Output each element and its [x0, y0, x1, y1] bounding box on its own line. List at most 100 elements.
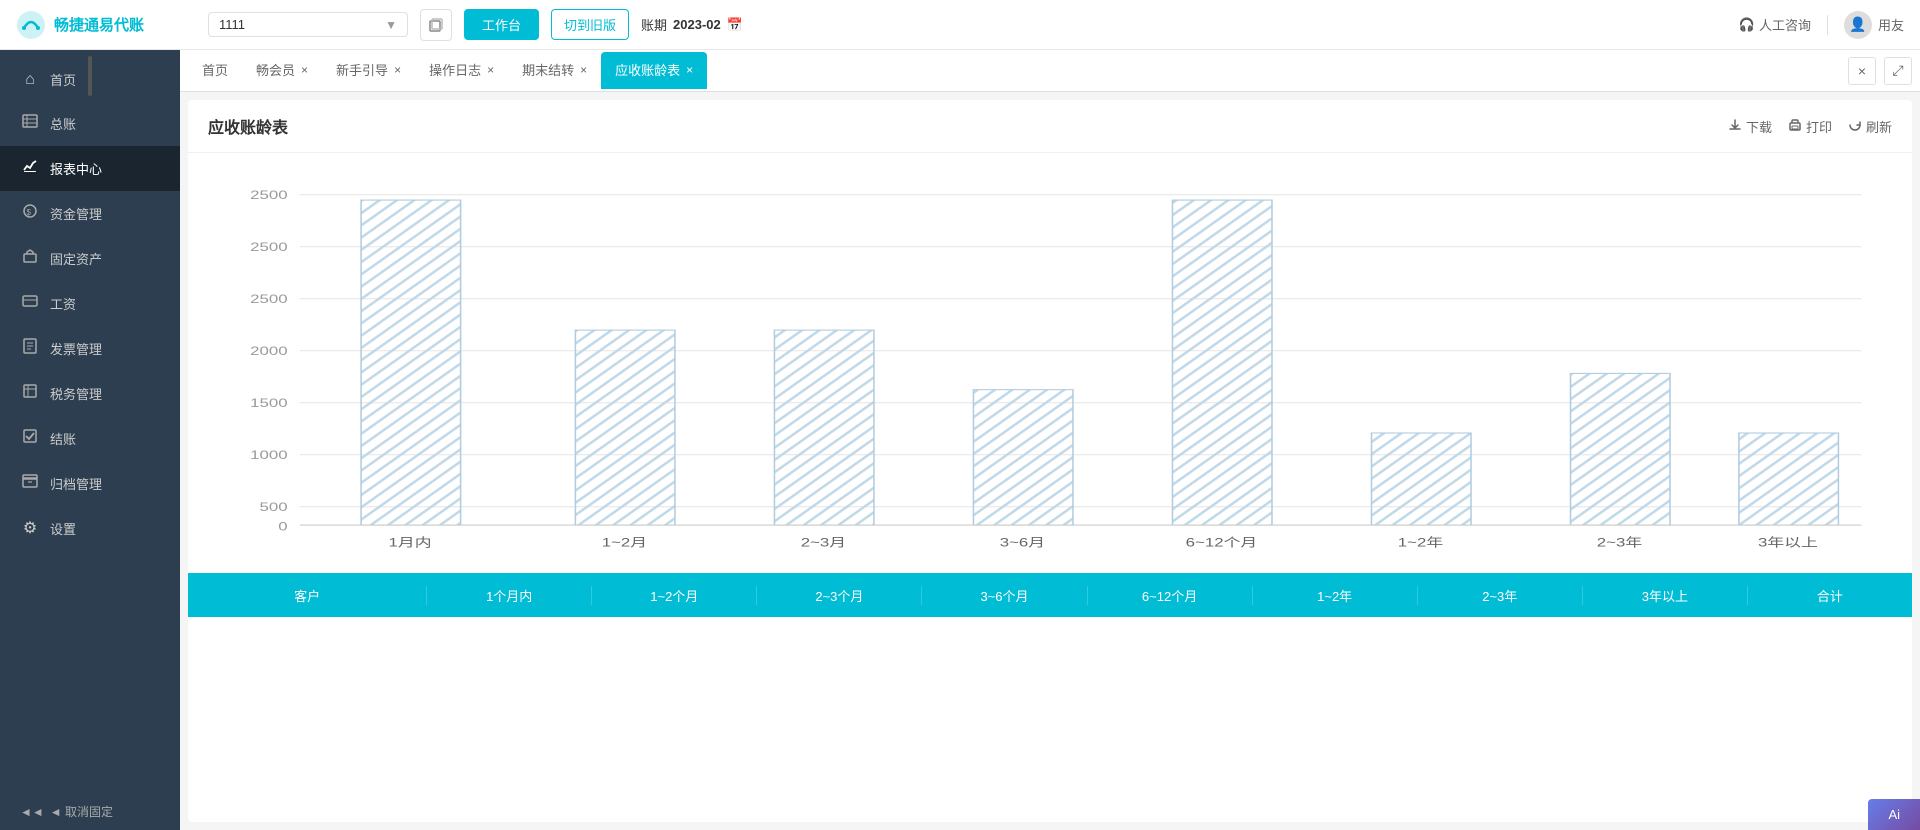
- th-1-2month: 1~2个月: [592, 586, 757, 605]
- sidebar-item-funds[interactable]: $ 资金管理: [0, 191, 180, 236]
- tax-icon: [20, 383, 40, 404]
- sidebar-item-invoice[interactable]: 发票管理: [0, 326, 180, 371]
- svg-text:1000: 1000: [250, 449, 287, 462]
- tabs-bar: 首页 畅会员 × 新手引导 × 操作日志 × 期末结转 × 应收账龄表 ×: [180, 50, 1920, 92]
- tab-araging-close[interactable]: ×: [686, 63, 693, 77]
- svg-text:1500: 1500: [250, 397, 287, 410]
- svg-text:6~12个月: 6~12个月: [1186, 536, 1258, 550]
- sidebar-item-closing-label: 结账: [50, 429, 76, 448]
- workbench-button[interactable]: 工作台: [464, 9, 539, 40]
- funds-icon: $: [20, 203, 40, 224]
- logo-area: 畅捷通易代账: [16, 10, 196, 40]
- sidebar-item-tax-label: 税务管理: [50, 384, 102, 403]
- assets-icon: [20, 248, 40, 269]
- sidebar: ⌂ 首页 总账 报表中心: [0, 50, 180, 830]
- sidebar-item-ledger[interactable]: 总账: [0, 101, 180, 146]
- svg-text:2500: 2500: [250, 293, 287, 306]
- svg-text:3~6月: 3~6月: [1000, 537, 1045, 550]
- chevron-down-icon: ▼: [385, 18, 397, 32]
- svg-text:500: 500: [260, 501, 288, 514]
- closing-icon: [20, 428, 40, 449]
- tab-araging-label: 应收账龄表: [615, 60, 680, 79]
- th-1month: 1个月内: [427, 586, 592, 605]
- ledger-icon: [20, 113, 40, 134]
- tab-oplog-close[interactable]: ×: [487, 63, 494, 77]
- download-icon: [1728, 118, 1742, 135]
- switch-version-button[interactable]: 切到旧版: [551, 9, 629, 40]
- archive-icon: [20, 473, 40, 494]
- page-header: 应收账龄表 下载: [188, 100, 1912, 153]
- invoice-icon: [20, 338, 40, 359]
- svg-text:2500: 2500: [250, 189, 287, 202]
- svg-text:2500: 2500: [250, 241, 287, 254]
- tab-yearend-label: 期末结转: [522, 60, 574, 79]
- avatar: 👤: [1844, 11, 1872, 39]
- chart-area: 2500 2500 2500 2000 1500 1000 500 0: [188, 153, 1912, 573]
- refresh-icon: [1848, 118, 1862, 135]
- th-total: 合计: [1748, 586, 1912, 605]
- svg-text:2~3月: 2~3月: [801, 537, 846, 550]
- close-tab-button[interactable]: ×: [1848, 57, 1876, 85]
- home-icon: ⌂: [20, 71, 40, 89]
- svg-text:1~2年: 1~2年: [1398, 536, 1443, 550]
- sidebar-item-settings[interactable]: ⚙ 设置: [0, 506, 180, 550]
- copy-icon[interactable]: [420, 9, 452, 41]
- user-area[interactable]: 👤 用友: [1844, 11, 1904, 39]
- user-name: 用友: [1878, 15, 1904, 34]
- sidebar-item-archive[interactable]: 归档管理: [0, 461, 180, 506]
- tab-guide-close[interactable]: ×: [394, 63, 401, 77]
- tab-home[interactable]: 首页: [188, 52, 242, 89]
- sidebar-item-salary[interactable]: 工资: [0, 281, 180, 326]
- sidebar-item-reports-label: 报表中心: [50, 159, 102, 178]
- tab-oplog[interactable]: 操作日志 ×: [415, 52, 508, 89]
- divider: [1827, 15, 1828, 35]
- svg-text:$: $: [27, 208, 32, 217]
- th-1-2year: 1~2年: [1253, 586, 1418, 605]
- sidebar-item-assets[interactable]: 固定资产: [0, 236, 180, 281]
- expand-tab-button[interactable]: ⤢: [1884, 57, 1912, 85]
- cancel-pin-btn[interactable]: ◄◄ ◄ 取消固定: [0, 793, 180, 830]
- print-icon: [1788, 118, 1802, 135]
- svg-text:1~2月: 1~2月: [602, 537, 647, 550]
- page-actions: 下载 打印: [1728, 117, 1892, 136]
- svg-text:3年以上: 3年以上: [1758, 536, 1818, 550]
- tab-member-close[interactable]: ×: [301, 63, 308, 77]
- sidebar-item-closing[interactable]: 结账: [0, 416, 180, 461]
- print-button[interactable]: 打印: [1788, 117, 1832, 136]
- sidebar-item-archive-label: 归档管理: [50, 474, 102, 493]
- ai-button[interactable]: Ai: [1868, 799, 1920, 830]
- header-right: 🎧 人工咨询 👤 用友: [1739, 11, 1904, 39]
- th-2-3month: 2~3个月: [757, 586, 922, 605]
- tab-araging[interactable]: 应收账龄表 ×: [601, 52, 707, 89]
- svg-text:0: 0: [278, 521, 287, 534]
- th-2-3year: 2~3年: [1418, 586, 1583, 605]
- reports-icon: [20, 158, 40, 179]
- calendar-icon[interactable]: 📅: [727, 17, 743, 33]
- tab-yearend[interactable]: 期末结转 ×: [508, 52, 601, 89]
- sidebar-item-reports[interactable]: 报表中心: [0, 146, 180, 191]
- sidebar-item-invoice-label: 发票管理: [50, 339, 102, 358]
- tab-member-label: 畅会员: [256, 60, 295, 79]
- company-selector[interactable]: 1111 ▼: [208, 12, 408, 37]
- refresh-button[interactable]: 刷新: [1848, 117, 1892, 136]
- consultation-btn[interactable]: 🎧 人工咨询: [1739, 15, 1811, 34]
- sidebar-item-tax[interactable]: 税务管理: [0, 371, 180, 416]
- tab-guide[interactable]: 新手引导 ×: [322, 52, 415, 89]
- svg-text:1月内: 1月内: [389, 536, 432, 550]
- sidebar-item-salary-label: 工资: [50, 294, 76, 313]
- page-title: 应收账龄表: [208, 114, 288, 138]
- table-header: 客户 1个月内 1~2个月 2~3个月 3~6个月 6~12个月: [188, 573, 1912, 617]
- sidebar-item-home[interactable]: ⌂ 首页: [0, 58, 180, 101]
- tabs-actions: × ⤢: [1848, 57, 1912, 85]
- sidebar-item-assets-label: 固定资产: [50, 249, 102, 268]
- download-button[interactable]: 下载: [1728, 117, 1772, 136]
- tab-member[interactable]: 畅会员 ×: [242, 52, 322, 89]
- salary-icon: [20, 293, 40, 314]
- page-content: 应收账龄表 下载: [188, 100, 1912, 822]
- th-customer: 客户: [188, 586, 427, 605]
- svg-text:2000: 2000: [250, 345, 287, 358]
- bar-chart: 2500 2500 2500 2000 1500 1000 500 0: [208, 173, 1892, 563]
- tab-yearend-close[interactable]: ×: [580, 63, 587, 77]
- logo-icon: [16, 10, 46, 40]
- sidebar-item-funds-label: 资金管理: [50, 204, 102, 223]
